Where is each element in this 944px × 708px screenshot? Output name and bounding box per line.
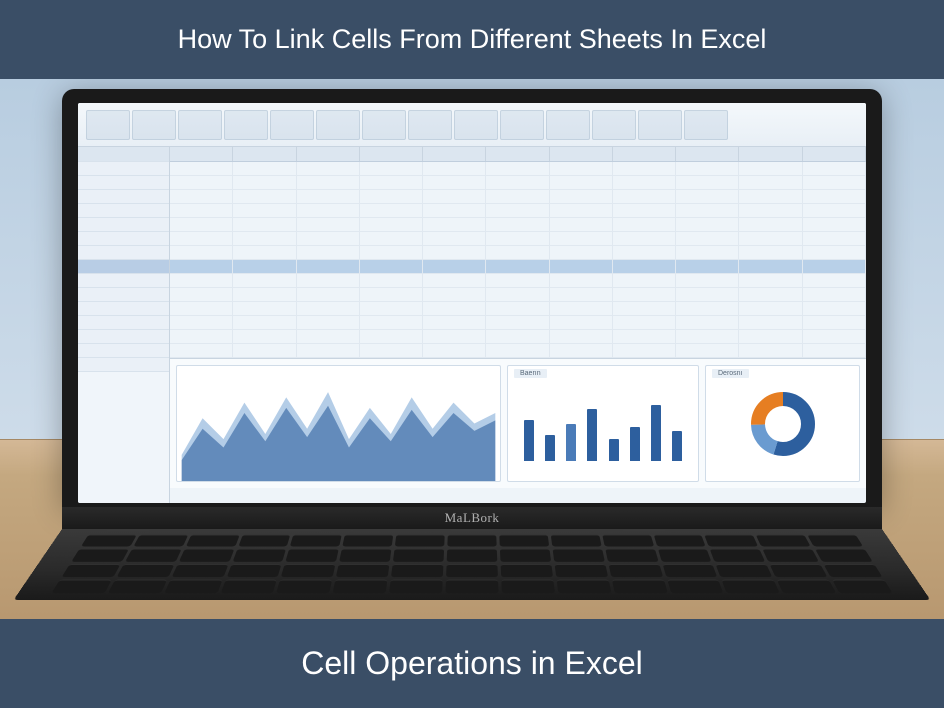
table-row — [170, 204, 866, 218]
ribbon-item — [638, 110, 682, 140]
col-header — [297, 147, 360, 161]
table-row — [170, 274, 866, 288]
bar — [587, 409, 597, 462]
bar — [609, 439, 619, 462]
ribbon-item — [500, 110, 544, 140]
col-header — [550, 147, 613, 161]
table-row — [170, 232, 866, 246]
row-label — [78, 316, 169, 330]
excel-ribbon — [78, 103, 866, 147]
bar-chart: Baerın — [507, 365, 699, 482]
screen-bezel: Baerın Derosnı — [62, 89, 882, 507]
donut-chart: Derosnı — [705, 365, 860, 482]
ribbon-item — [178, 110, 222, 140]
ribbon-item — [362, 110, 406, 140]
ribbon-item — [546, 110, 590, 140]
table-row — [170, 176, 866, 190]
row-label — [78, 358, 169, 372]
charts-panel: Baerın Derosnı — [170, 358, 866, 488]
laptop-brand: MaLBork — [445, 510, 500, 526]
row-label — [78, 260, 169, 274]
row-label — [78, 204, 169, 218]
row-label — [78, 147, 169, 162]
ribbon-item — [132, 110, 176, 140]
bar — [524, 420, 534, 461]
table-row — [170, 344, 866, 358]
row-label — [78, 232, 169, 246]
ribbon-item — [86, 110, 130, 140]
table-row-highlighted — [170, 260, 866, 274]
table-row — [170, 302, 866, 316]
data-rows — [170, 162, 866, 358]
col-header — [613, 147, 676, 161]
table-row — [170, 316, 866, 330]
col-header — [360, 147, 423, 161]
bar — [630, 427, 640, 461]
row-label — [78, 330, 169, 344]
col-header — [423, 147, 486, 161]
row-label — [78, 302, 169, 316]
ribbon-item — [224, 110, 268, 140]
donut-chart-svg — [748, 389, 818, 459]
area-chart — [176, 365, 501, 482]
row-label — [78, 162, 169, 176]
ribbon-item — [592, 110, 636, 140]
laptop: Baerın Derosnı — [62, 89, 882, 619]
bar — [651, 405, 661, 461]
row-label — [78, 288, 169, 302]
table-row — [170, 246, 866, 260]
laptop-keyboard — [13, 529, 930, 600]
table-row — [170, 288, 866, 302]
table-row — [170, 330, 866, 344]
ribbon-item — [316, 110, 360, 140]
donut-chart-label: Derosnı — [712, 369, 749, 378]
row-label — [78, 344, 169, 358]
laptop-screen: Baerın Derosnı — [78, 103, 866, 503]
header-banner: How To Link Cells From Different Sheets … — [0, 0, 944, 79]
col-header — [233, 147, 296, 161]
ribbon-item — [684, 110, 728, 140]
column-headers — [170, 147, 866, 162]
footer-banner: Cell Operations in Excel — [0, 619, 944, 708]
table-row — [170, 162, 866, 176]
header-title: How To Link Cells From Different Sheets … — [178, 24, 767, 54]
table-row — [170, 218, 866, 232]
area-chart-svg — [177, 366, 500, 481]
row-label — [78, 246, 169, 260]
col-header — [170, 147, 233, 161]
col-header — [486, 147, 549, 161]
bar — [566, 424, 576, 462]
bar-chart-label: Baerın — [514, 369, 547, 378]
row-label — [78, 218, 169, 232]
laptop-hinge: MaLBork — [62, 507, 882, 529]
bar — [672, 431, 682, 461]
footer-title: Cell Operations in Excel — [301, 645, 642, 681]
col-header — [803, 147, 866, 161]
spreadsheet-grid: Baerın Derosnı — [170, 147, 866, 503]
ribbon-item — [270, 110, 314, 140]
row-label — [78, 190, 169, 204]
row-labels-column — [78, 147, 170, 503]
row-label — [78, 176, 169, 190]
ribbon-item — [408, 110, 452, 140]
bar — [545, 435, 555, 461]
col-header — [739, 147, 802, 161]
ribbon-item — [454, 110, 498, 140]
table-row — [170, 190, 866, 204]
spreadsheet-body: Baerın Derosnı — [78, 147, 866, 503]
col-header — [676, 147, 739, 161]
row-label — [78, 274, 169, 288]
hero-image-area: Baerın Derosnı — [0, 79, 944, 619]
